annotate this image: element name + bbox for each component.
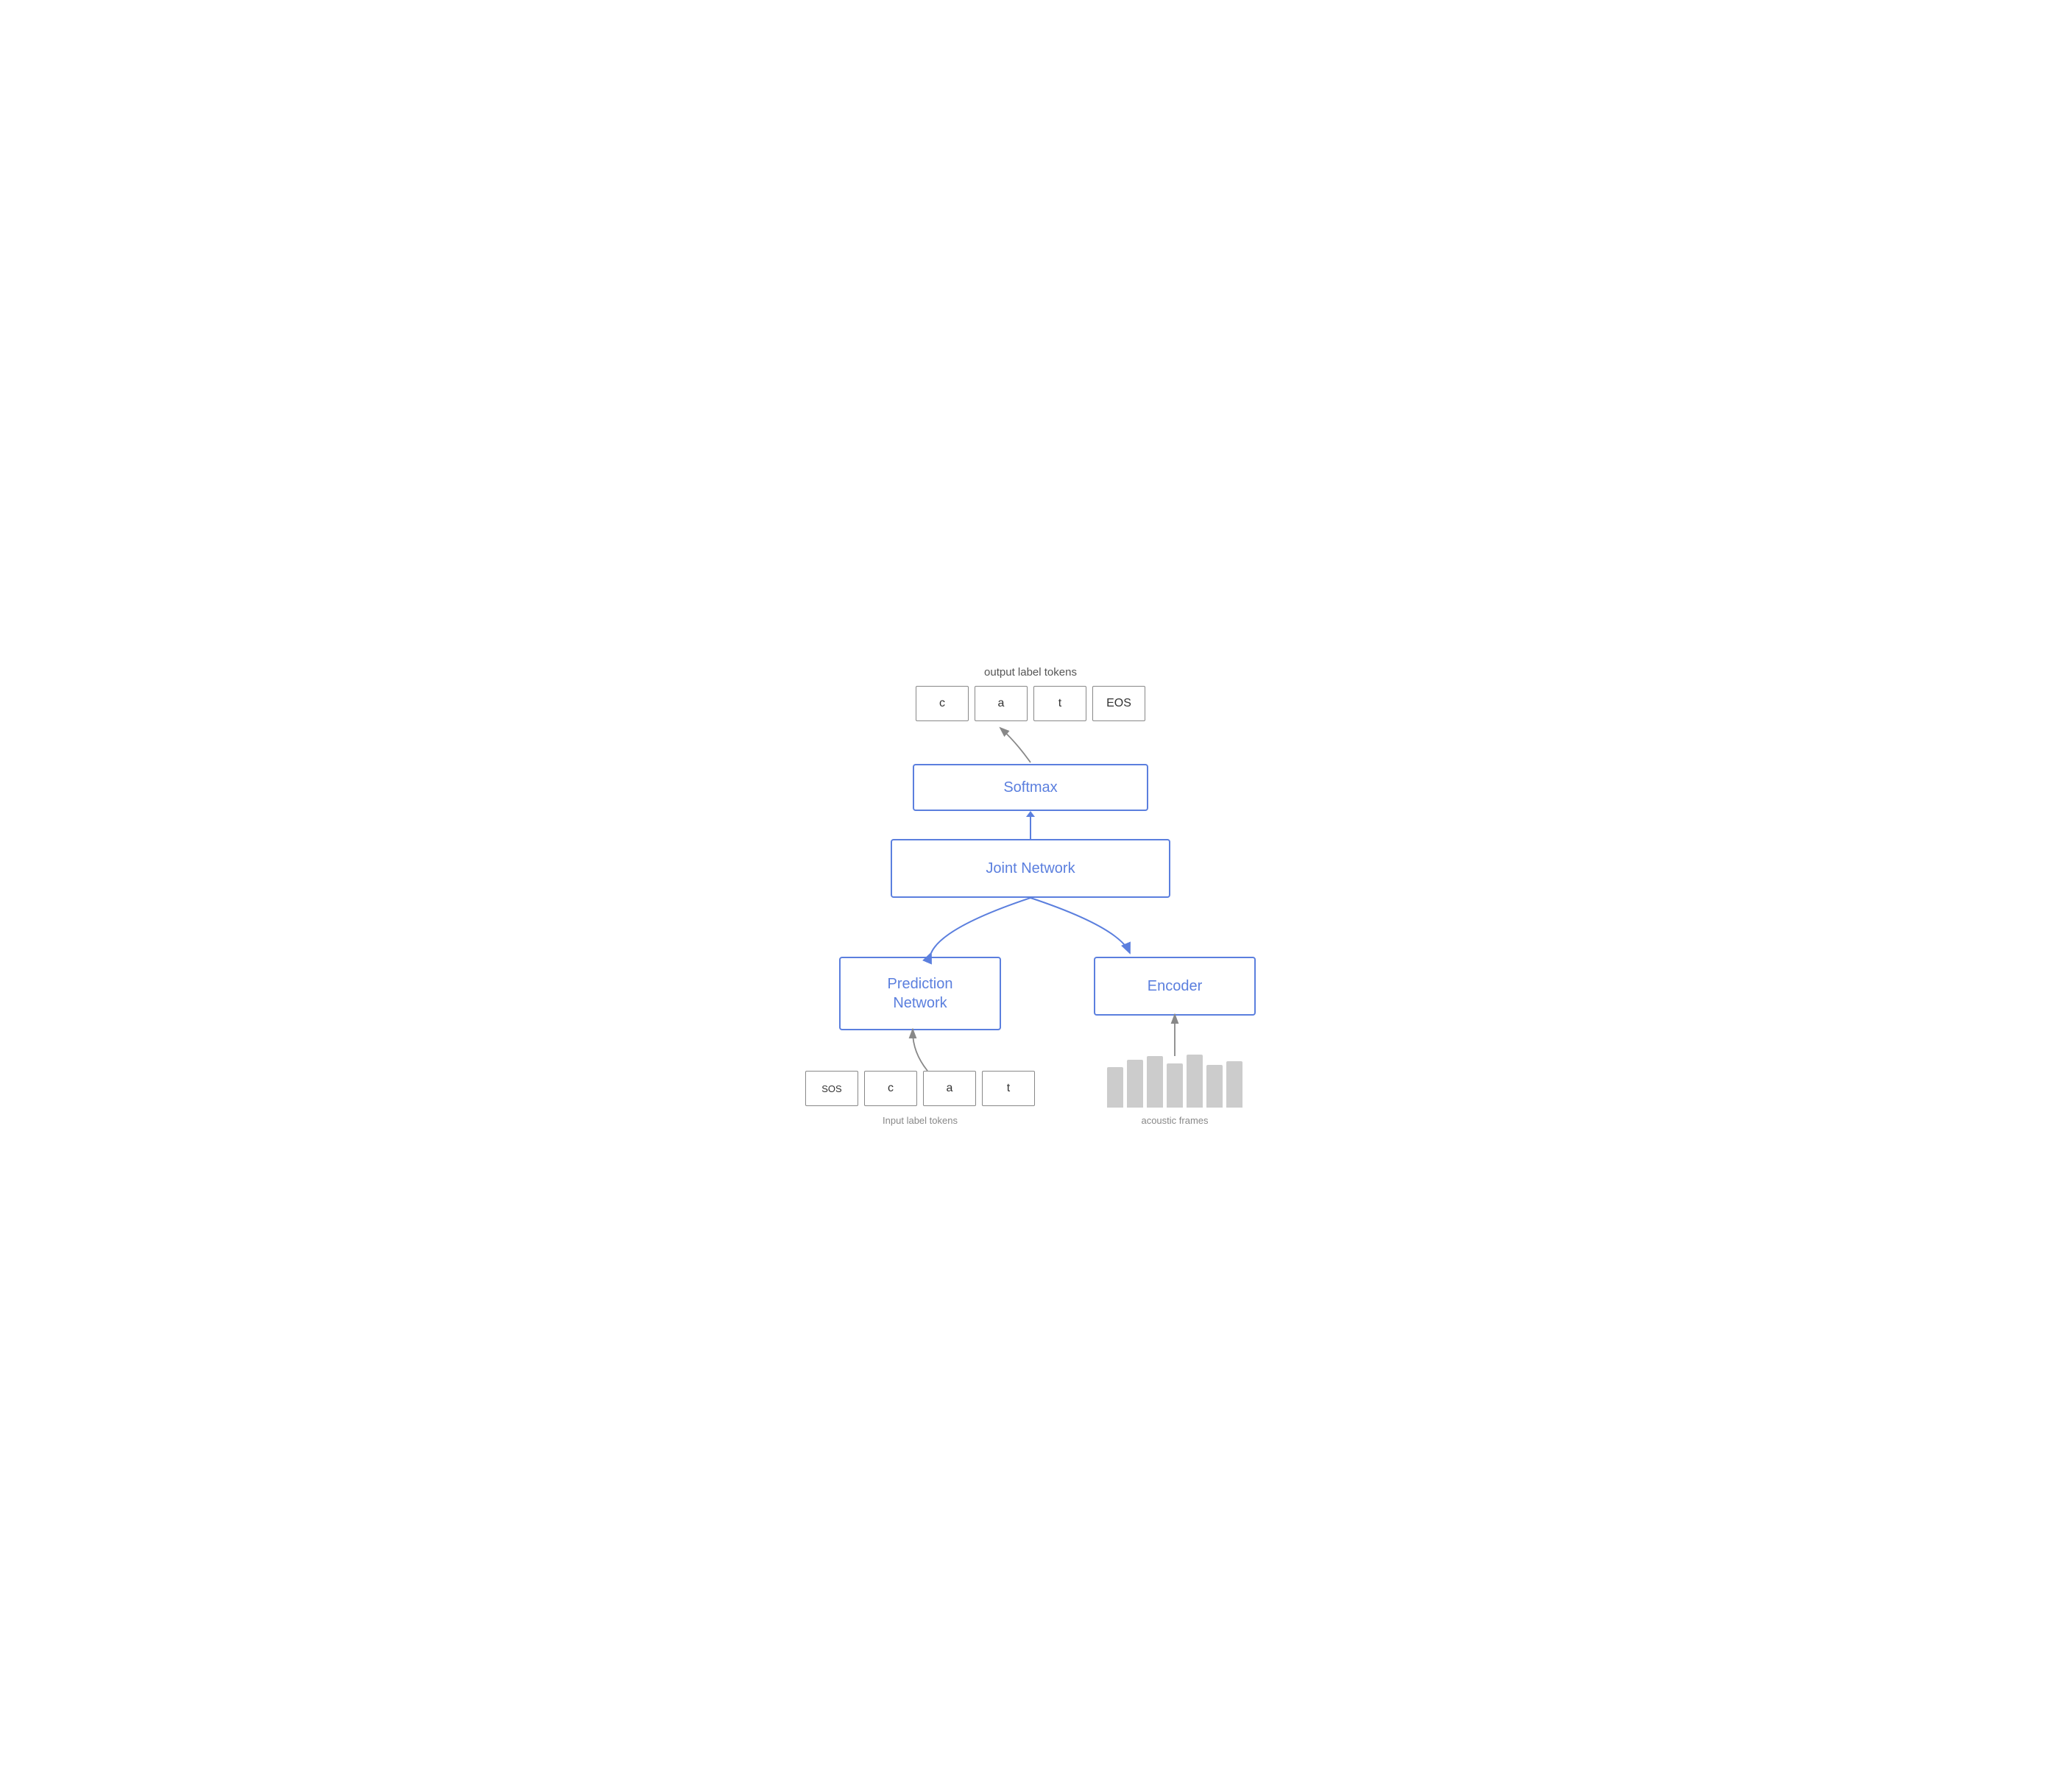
joint-network-box: Joint Network (891, 839, 1170, 898)
bar-3 (1147, 1056, 1163, 1108)
input-token-a: a (923, 1071, 976, 1106)
output-token-row: c a t EOS (916, 686, 1145, 721)
encoder-col: Encoder (1094, 957, 1256, 1126)
prediction-col: PredictionNetwork (805, 957, 1035, 1126)
acoustic-col: acoustic frames (1107, 1056, 1242, 1126)
bar-7 (1226, 1061, 1242, 1108)
input-token-row: SOS c a t (805, 1071, 1035, 1106)
softmax-box: Softmax (913, 764, 1148, 811)
arrow-line-blue-1 (1030, 817, 1031, 839)
encoder-box: Encoder (1094, 957, 1256, 1016)
diagram-inner: output label tokens c a t EOS (780, 666, 1281, 1126)
bar-4 (1167, 1063, 1183, 1108)
bar-5 (1187, 1055, 1203, 1108)
output-token-a: a (975, 686, 1028, 721)
input-token-sos: SOS (805, 1071, 858, 1106)
input-tokens-col: SOS c a t Input label tokens (805, 1071, 1035, 1126)
fork-arrows (854, 898, 1207, 957)
softmax-section: Softmax (780, 764, 1281, 811)
bar-2 (1127, 1060, 1143, 1108)
output-token-eos: EOS (1092, 686, 1145, 721)
input-label: Input label tokens (883, 1115, 958, 1126)
arrow-head-up-1 (1026, 811, 1035, 817)
output-label: output label tokens (984, 666, 1077, 679)
arrow-softmax-to-output (780, 727, 1281, 764)
prediction-label: PredictionNetwork (888, 974, 953, 1013)
bar-1 (1107, 1067, 1123, 1108)
fork-arrows-svg (854, 898, 1207, 957)
output-section: output label tokens c a t EOS (780, 666, 1281, 721)
arrow-acoustic-encoder (1109, 1016, 1241, 1056)
prediction-network-box: PredictionNetwork (839, 957, 1001, 1030)
diagram-container: output label tokens c a t EOS (773, 666, 1288, 1126)
acoustic-arrow-svg (1109, 1016, 1241, 1056)
softmax-label: Softmax (1003, 779, 1057, 796)
input-arrow-svg (839, 1030, 1001, 1071)
acoustic-bars (1107, 1056, 1242, 1108)
joint-label: Joint Network (986, 860, 1075, 877)
arrow-input-prediction (839, 1030, 1001, 1071)
arrow-joint-softmax (780, 811, 1281, 839)
acoustic-label: acoustic frames (1141, 1115, 1208, 1126)
bar-6 (1206, 1065, 1223, 1108)
joint-section: Joint Network (780, 839, 1281, 898)
output-token-c: c (916, 686, 969, 721)
curved-arrow-svg (957, 727, 1104, 764)
input-token-t: t (982, 1071, 1035, 1106)
encoder-label: Encoder (1148, 978, 1203, 995)
output-token-t: t (1033, 686, 1086, 721)
input-token-c: c (864, 1071, 917, 1106)
bottom-section: PredictionNetwork (780, 957, 1281, 1126)
